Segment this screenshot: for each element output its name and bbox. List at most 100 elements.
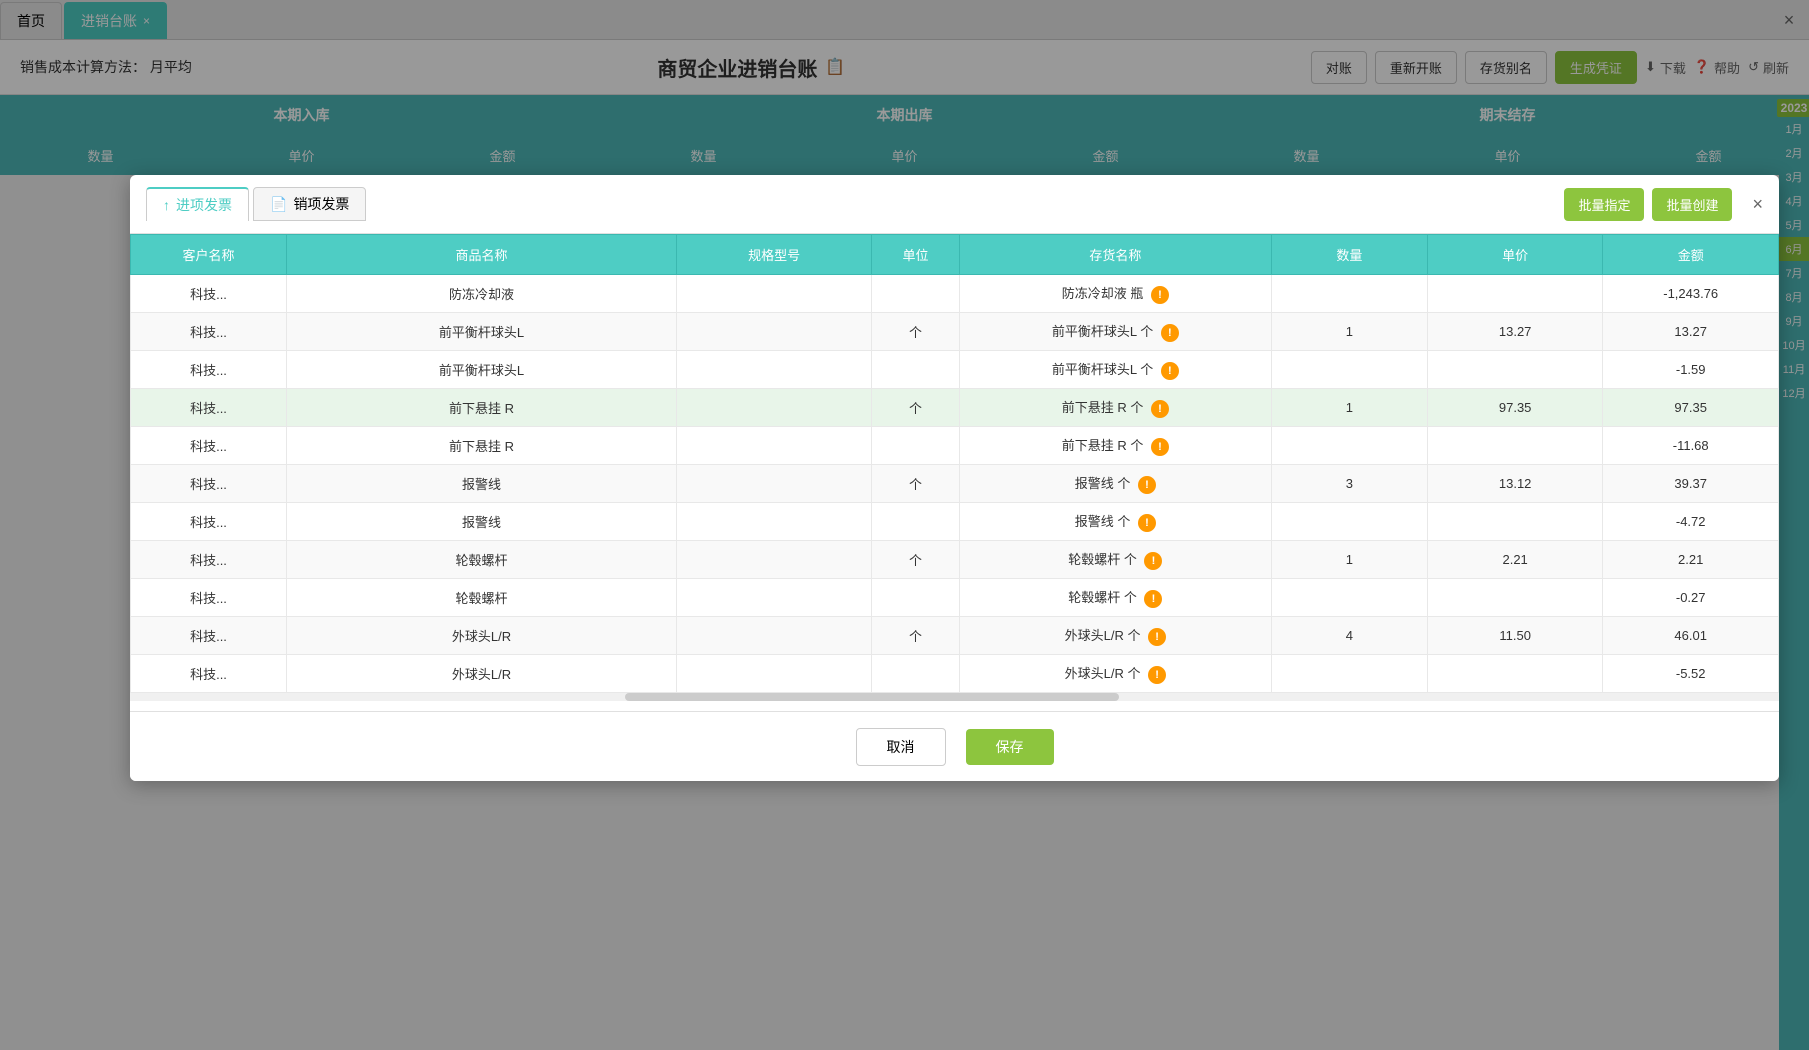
cell-unit xyxy=(872,275,960,313)
cell-spec xyxy=(677,655,872,693)
cell-stock: 前平衡杆球头L 个 ! xyxy=(959,351,1271,389)
cell-company: 科技... xyxy=(131,275,287,313)
cell-product: 前下悬挂 R xyxy=(287,389,677,427)
cell-amount: -1.59 xyxy=(1603,351,1779,389)
modal-table-container[interactable]: 客户名称 商品名称 规格型号 单位 存货名称 数量 单价 金额 科技... 防冻… xyxy=(130,234,1779,701)
cell-company: 科技... xyxy=(131,313,287,351)
cell-unit: 个 xyxy=(872,465,960,503)
tab-incoming-invoice[interactable]: ↑ 进项发票 xyxy=(146,187,249,221)
cell-qty xyxy=(1271,427,1427,465)
cell-unit xyxy=(872,427,960,465)
warning-icon: ! xyxy=(1144,552,1162,570)
horizontal-scrollbar[interactable] xyxy=(130,693,1779,701)
cell-price: 2.21 xyxy=(1427,541,1603,579)
cell-unit: 个 xyxy=(872,617,960,655)
cell-spec xyxy=(677,465,872,503)
cell-amount: 39.37 xyxy=(1603,465,1779,503)
batch-create-button[interactable]: 批量创建 xyxy=(1652,188,1732,221)
th-unit: 单位 xyxy=(872,235,960,275)
cell-unit: 个 xyxy=(872,541,960,579)
th-price: 单价 xyxy=(1427,235,1603,275)
cell-product: 前下悬挂 R xyxy=(287,427,677,465)
cell-company: 科技... xyxy=(131,465,287,503)
invoice-modal: ↑ 进项发票 📄 销项发票 批量指定 批量创建 × 客户名称 商品名称 规格型号 xyxy=(130,175,1779,781)
cell-amount: 46.01 xyxy=(1603,617,1779,655)
cell-company: 科技... xyxy=(131,617,287,655)
cell-amount: 97.35 xyxy=(1603,389,1779,427)
cell-qty xyxy=(1271,351,1427,389)
cell-stock: 前下悬挂 R 个 ! xyxy=(959,427,1271,465)
cell-unit xyxy=(872,351,960,389)
cell-price xyxy=(1427,655,1603,693)
cell-company: 科技... xyxy=(131,351,287,389)
invoice-table: 客户名称 商品名称 规格型号 单位 存货名称 数量 单价 金额 科技... 防冻… xyxy=(130,234,1779,693)
cell-unit: 个 xyxy=(872,313,960,351)
warning-icon: ! xyxy=(1151,286,1169,304)
batch-assign-button[interactable]: 批量指定 xyxy=(1564,188,1644,221)
cell-spec xyxy=(677,313,872,351)
cell-stock: 轮毂螺杆 个 ! xyxy=(959,579,1271,617)
cell-amount: -11.68 xyxy=(1603,427,1779,465)
cell-amount: -5.52 xyxy=(1603,655,1779,693)
cell-unit: 个 xyxy=(872,389,960,427)
cell-stock: 防冻冷却液 瓶 ! xyxy=(959,275,1271,313)
save-button[interactable]: 保存 xyxy=(966,729,1054,765)
cell-product: 报警线 xyxy=(287,465,677,503)
cell-amount: -1,243.76 xyxy=(1603,275,1779,313)
modal-tabs: ↑ 进项发票 📄 销项发票 xyxy=(146,187,366,221)
cell-price: 11.50 xyxy=(1427,617,1603,655)
cell-qty xyxy=(1271,503,1427,541)
cell-unit xyxy=(872,579,960,617)
cell-qty xyxy=(1271,579,1427,617)
table-row: 科技... 前下悬挂 R 个 前下悬挂 R 个 ! 1 97.35 97.35 xyxy=(131,389,1779,427)
cell-spec xyxy=(677,579,872,617)
cell-unit xyxy=(872,503,960,541)
cell-qty xyxy=(1271,655,1427,693)
cell-stock: 前平衡杆球头L 个 ! xyxy=(959,313,1271,351)
warning-icon: ! xyxy=(1148,666,1166,684)
cell-spec xyxy=(677,389,872,427)
tab-outgoing-label: 销项发票 xyxy=(293,194,349,214)
table-row: 科技... 前平衡杆球头L 前平衡杆球头L 个 ! -1.59 xyxy=(131,351,1779,389)
cell-amount: -4.72 xyxy=(1603,503,1779,541)
table-row: 科技... 防冻冷却液 防冻冷却液 瓶 ! -1,243.76 xyxy=(131,275,1779,313)
cell-amount: 13.27 xyxy=(1603,313,1779,351)
cell-spec xyxy=(677,275,872,313)
modal-header: ↑ 进项发票 📄 销项发票 批量指定 批量创建 × xyxy=(130,175,1779,234)
cell-spec xyxy=(677,617,872,655)
cell-unit xyxy=(872,655,960,693)
cell-amount: -0.27 xyxy=(1603,579,1779,617)
table-row: 科技... 报警线 报警线 个 ! -4.72 xyxy=(131,503,1779,541)
cell-product: 报警线 xyxy=(287,503,677,541)
table-row: 科技... 轮毂螺杆 轮毂螺杆 个 ! -0.27 xyxy=(131,579,1779,617)
th-product: 商品名称 xyxy=(287,235,677,275)
cell-stock: 报警线 个 ! xyxy=(959,465,1271,503)
th-amount: 金额 xyxy=(1603,235,1779,275)
modal-close-button[interactable]: × xyxy=(1752,194,1763,215)
cell-price xyxy=(1427,503,1603,541)
cell-spec xyxy=(677,541,872,579)
warning-icon: ! xyxy=(1161,324,1179,342)
cell-company: 科技... xyxy=(131,389,287,427)
cell-price xyxy=(1427,579,1603,617)
cell-product: 外球头L/R xyxy=(287,655,677,693)
cell-price: 13.27 xyxy=(1427,313,1603,351)
warning-icon: ! xyxy=(1161,362,1179,380)
cell-company: 科技... xyxy=(131,427,287,465)
cell-stock: 轮毂螺杆 个 ! xyxy=(959,541,1271,579)
modal-footer: 取消 保存 xyxy=(130,711,1779,781)
cell-qty: 3 xyxy=(1271,465,1427,503)
th-company: 客户名称 xyxy=(131,235,287,275)
scrollbar-thumb[interactable] xyxy=(625,693,1120,701)
cell-spec xyxy=(677,351,872,389)
cancel-button[interactable]: 取消 xyxy=(856,728,946,766)
cell-stock: 外球头L/R 个 ! xyxy=(959,617,1271,655)
th-spec: 规格型号 xyxy=(677,235,872,275)
cell-product: 轮毂螺杆 xyxy=(287,579,677,617)
tab-outgoing-invoice[interactable]: 📄 销项发票 xyxy=(253,187,366,221)
warning-icon: ! xyxy=(1148,628,1166,646)
cell-stock: 报警线 个 ! xyxy=(959,503,1271,541)
cell-qty xyxy=(1271,275,1427,313)
th-stock: 存货名称 xyxy=(959,235,1271,275)
cell-qty: 4 xyxy=(1271,617,1427,655)
